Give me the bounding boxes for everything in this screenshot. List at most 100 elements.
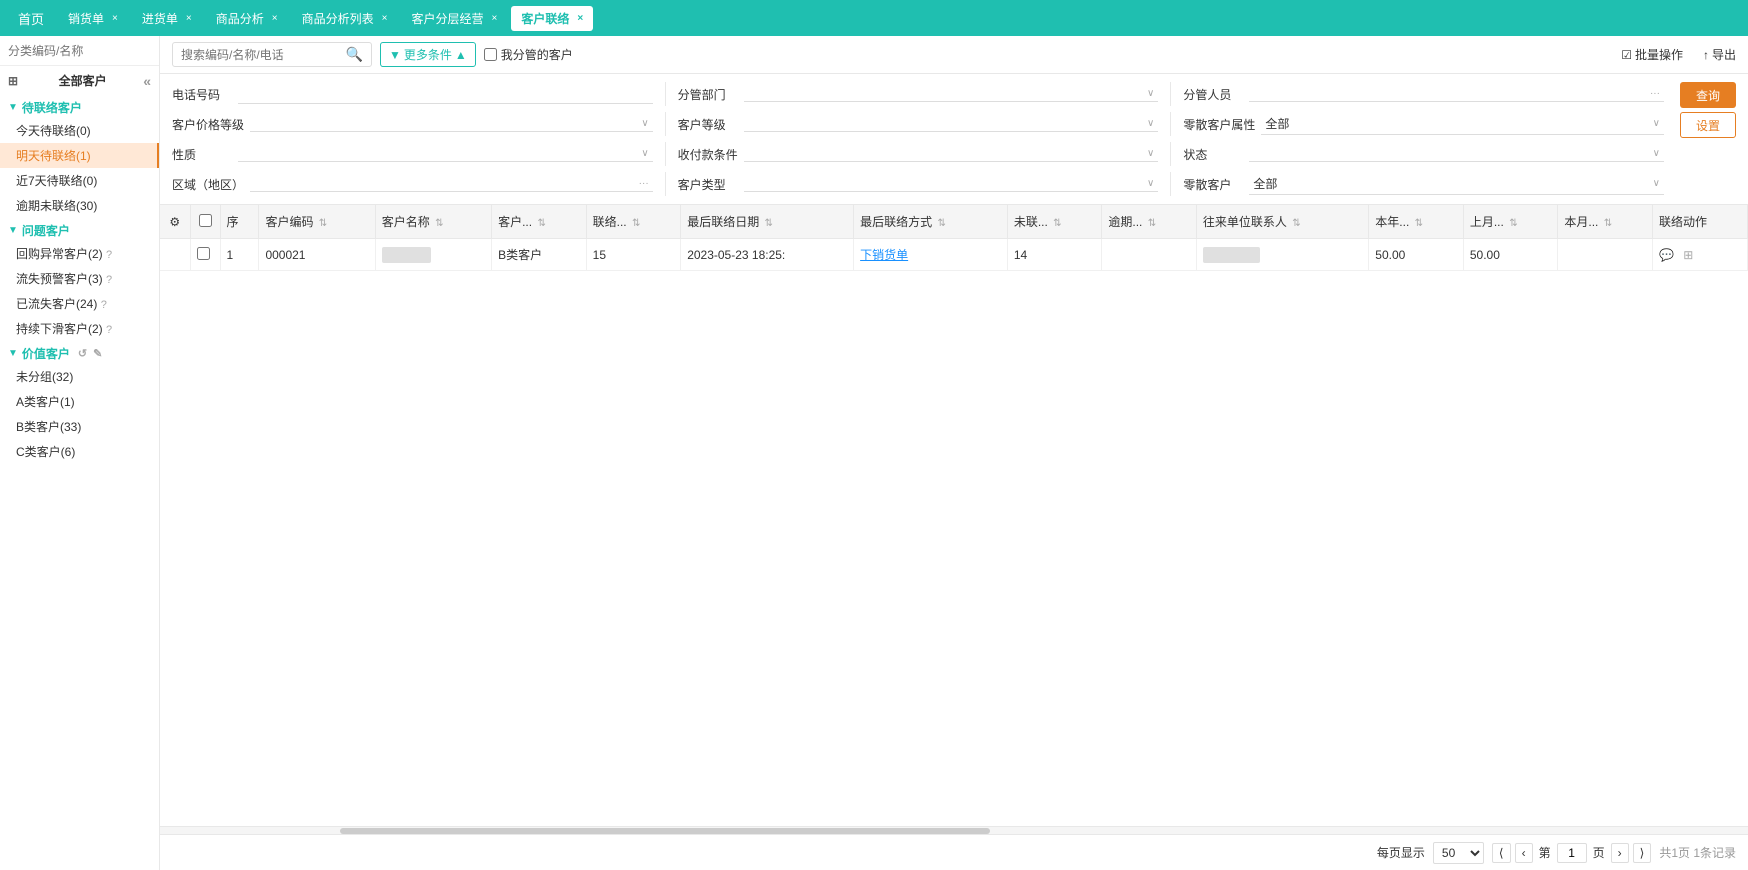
sidebar-item-overdue[interactable]: 逾期未联络(30) bbox=[0, 193, 159, 218]
all-customers-header[interactable]: ⊞ 全部客户 « bbox=[0, 66, 159, 95]
filter-customer-type: 客户类型 ∨ bbox=[678, 176, 1159, 193]
nav-sales[interactable]: 销货单 × bbox=[58, 6, 128, 31]
batch-operation-button[interactable]: ☑ 批量操作 bbox=[1621, 46, 1683, 63]
my-customers-toggle[interactable]: 我分管的客户 bbox=[484, 46, 573, 63]
payment-label: 收付款条件 bbox=[678, 146, 738, 163]
sidebar-item-a-class[interactable]: A类客户(1) bbox=[0, 389, 159, 414]
retail-attr-select[interactable]: 全部 ∨ bbox=[1261, 113, 1664, 135]
nav-home[interactable]: 首页 bbox=[8, 5, 54, 32]
sidebar-item-tomorrow[interactable]: 明天待联络(1) bbox=[0, 143, 159, 168]
page-suffix: 页 bbox=[1593, 844, 1605, 861]
all-customers-label: 全部客户 bbox=[59, 72, 107, 89]
search-input-wrap[interactable]: 🔍 bbox=[172, 42, 372, 67]
sidebar-item-today[interactable]: 今天待联络(0) bbox=[0, 118, 159, 143]
sidebar-item-7days[interactable]: 近7天待联络(0) bbox=[0, 168, 159, 193]
first-page-btn[interactable]: ⟨ bbox=[1492, 843, 1511, 863]
sidebar-item-c-class[interactable]: C类客户(6) bbox=[0, 439, 159, 464]
sidebar-item-repurchase[interactable]: 回购异常客户(2) ? bbox=[0, 241, 159, 266]
qr-action-icon[interactable]: ⊞ bbox=[1683, 248, 1693, 262]
settings-button[interactable]: 设置 bbox=[1680, 112, 1736, 138]
column-code: 客户编码 ⇅ bbox=[259, 205, 375, 239]
sidebar-search-input[interactable] bbox=[8, 44, 160, 58]
dept-select[interactable]: ∨ bbox=[744, 86, 1159, 102]
edit-icon[interactable]: ✎ bbox=[93, 347, 102, 360]
sidebar-item-ungrouped[interactable]: 未分组(32) bbox=[0, 364, 159, 389]
customer-level-select[interactable]: ∨ bbox=[744, 116, 1159, 132]
top-nav: 首页 销货单 × 进货单 × 商品分析 × 商品分析列表 × 客户分层经营 × … bbox=[0, 0, 1748, 36]
batch-op-label: 批量操作 bbox=[1635, 46, 1683, 63]
row-last-method[interactable]: 下销货单 bbox=[854, 239, 1008, 271]
sidebar-item-b-class[interactable]: B类客户(33) bbox=[0, 414, 159, 439]
main-search-input[interactable] bbox=[181, 48, 342, 62]
my-customers-label: 我分管的客户 bbox=[501, 46, 573, 63]
column-this-year: 本年... ⇅ bbox=[1369, 205, 1464, 239]
filter-nature: 性质 ∨ bbox=[172, 146, 653, 163]
my-customers-checkbox[interactable] bbox=[484, 48, 497, 61]
more-filter-button[interactable]: ▼ 更多条件 ▲ bbox=[380, 42, 476, 67]
next-page-btn[interactable]: › bbox=[1611, 843, 1629, 863]
close-sales-icon[interactable]: × bbox=[112, 13, 118, 24]
group-value-customers[interactable]: ▼ 价值客户 ↺ ✎ bbox=[0, 341, 159, 364]
nav-goods-list[interactable]: 商品分析列表 × bbox=[292, 6, 398, 31]
nature-select[interactable]: ∨ bbox=[238, 146, 653, 162]
export-button[interactable]: ↑ 导出 bbox=[1703, 46, 1736, 63]
row-gear bbox=[160, 239, 190, 271]
row-type: B类客户 bbox=[492, 239, 587, 271]
prev-page-btn[interactable]: ‹ bbox=[1515, 843, 1533, 863]
sidebar-item-churn-warning[interactable]: 流失预警客户(3) ? bbox=[0, 266, 159, 291]
column-last-method: 最后联络方式 ⇅ bbox=[854, 205, 1008, 239]
customer-type-select[interactable]: ∨ bbox=[744, 176, 1159, 192]
column-gear[interactable]: ⚙ bbox=[160, 205, 190, 239]
payment-select[interactable]: ∨ bbox=[744, 146, 1159, 162]
nav-customer-contact[interactable]: 客户联络 × bbox=[511, 6, 593, 31]
filter-retail-attr: 零散客户属性 全部 ∨ bbox=[1183, 113, 1664, 135]
close-purchase-icon[interactable]: × bbox=[186, 13, 192, 24]
filter-panel: 电话号码 分管部门 ∨ 分管人员 bbox=[160, 74, 1748, 205]
sidebar-item-churned[interactable]: 已流失客户(24) ? bbox=[0, 291, 159, 316]
price-level-select[interactable]: ∨ bbox=[250, 116, 653, 132]
main-layout: 🔍 ⊞ 全部客户 « ▼ 待联络客户 今天待联络(0) 明天待联络(1) 近7天… bbox=[0, 36, 1748, 870]
region-select[interactable]: ··· bbox=[250, 176, 653, 192]
collapse-icon[interactable]: « bbox=[143, 73, 151, 89]
column-check[interactable] bbox=[190, 205, 220, 239]
filter-person: 分管人员 ··· bbox=[1183, 86, 1664, 103]
nav-goods-analysis[interactable]: 商品分析 × bbox=[206, 6, 288, 31]
refresh-icon[interactable]: ↺ bbox=[78, 347, 87, 360]
customer-type-label: 客户类型 bbox=[678, 176, 738, 193]
grid-icon: ⊞ bbox=[8, 74, 18, 88]
filter-payment: 收付款条件 ∨ bbox=[678, 146, 1159, 163]
per-page-select[interactable]: 50 100 200 bbox=[1433, 842, 1484, 864]
select-all-checkbox[interactable] bbox=[199, 214, 212, 227]
sidebar-item-declining[interactable]: 持续下滑客户(2) ? bbox=[0, 316, 159, 341]
filter-row-3: 性质 ∨ 收付款条件 ∨ bbox=[172, 142, 1664, 166]
row-check[interactable] bbox=[190, 239, 220, 271]
person-label: 分管人员 bbox=[1183, 86, 1243, 103]
query-button[interactable]: 查询 bbox=[1680, 82, 1736, 108]
close-goods-list-icon[interactable]: × bbox=[382, 13, 388, 24]
main-search-icon[interactable]: 🔍 bbox=[346, 46, 363, 63]
retail-select[interactable]: 全部 ∨ bbox=[1249, 173, 1664, 195]
last-page-btn[interactable]: ⟩ bbox=[1633, 843, 1652, 863]
group-problem-customers[interactable]: ▼ 问题客户 bbox=[0, 218, 159, 241]
row-checkbox[interactable] bbox=[197, 247, 210, 260]
nav-purchase[interactable]: 进货单 × bbox=[132, 6, 202, 31]
filter-dept: 分管部门 ∨ bbox=[678, 86, 1159, 103]
group-pending-contact[interactable]: ▼ 待联络客户 bbox=[0, 95, 159, 118]
chat-action-icon[interactable]: 💬 bbox=[1659, 248, 1674, 262]
nav-customer-segment[interactable]: 客户分层经营 × bbox=[401, 6, 507, 31]
phone-input[interactable] bbox=[238, 85, 653, 104]
customer-table: ⚙ 序 客户编码 ⇅ 客户名称 ⇅ 客户... ⇅ 联络... ⇅ 最后联络日期… bbox=[160, 205, 1748, 271]
filter-row-1: 电话号码 分管部门 ∨ 分管人员 bbox=[172, 82, 1664, 106]
horizontal-scrollbar[interactable] bbox=[160, 826, 1748, 834]
filter-buttons: 查询 设置 bbox=[1680, 82, 1736, 196]
table-footer: 每页显示 50 100 200 ⟨ ‹ 第 页 › ⟩ 共1页 1条记录 bbox=[160, 834, 1748, 870]
close-contact-icon[interactable]: × bbox=[577, 13, 583, 24]
close-segment-icon[interactable]: × bbox=[491, 13, 497, 24]
page-number-input[interactable] bbox=[1557, 843, 1587, 863]
status-select[interactable]: ∨ bbox=[1249, 146, 1664, 162]
scrollbar-thumb[interactable] bbox=[340, 828, 990, 834]
close-goods-icon[interactable]: × bbox=[272, 13, 278, 24]
row-overdue bbox=[1102, 239, 1197, 271]
person-select[interactable]: ··· bbox=[1249, 86, 1664, 102]
nature-chevron: ∨ bbox=[641, 148, 648, 159]
